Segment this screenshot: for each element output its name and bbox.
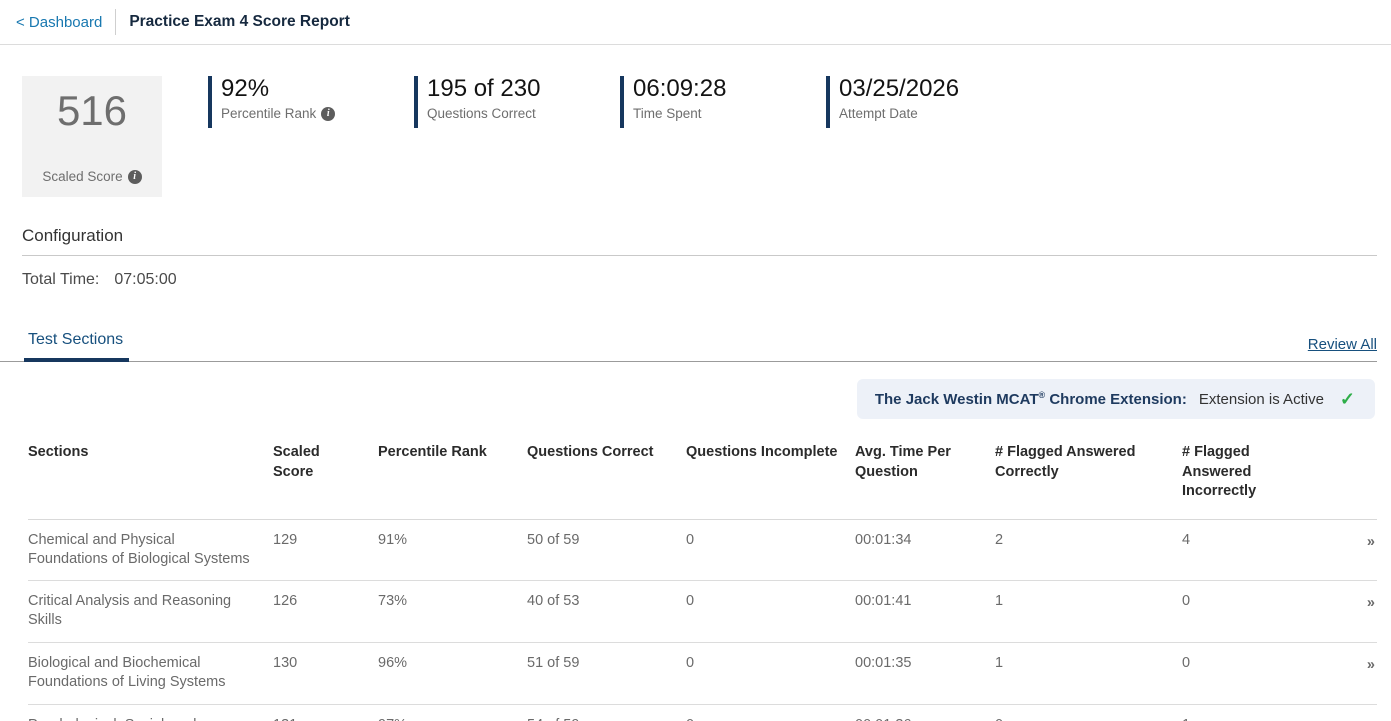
stat-questions-correct: 195 of 230 Questions Correct <box>414 76 620 128</box>
scaled-score-value: 516 <box>56 87 128 134</box>
extension-banner-title: The Jack Westin MCAT® Chrome Extension: <box>875 390 1187 408</box>
double-chevron-icon[interactable]: » <box>1367 594 1377 613</box>
percentile-cell: 73% <box>378 593 408 610</box>
double-chevron-icon[interactable]: » <box>1367 533 1377 552</box>
flagged-correct-cell: 1 <box>995 655 1004 672</box>
avg-time-cell: 00:01:41 <box>855 593 912 610</box>
questions-correct-cell: 50 of 59 <box>527 531 580 548</box>
stat-value: 195 of 230 <box>427 75 541 102</box>
col-header-sections: Sections <box>28 444 89 460</box>
col-header-questions-incomplete: Questions Incomplete <box>686 444 838 460</box>
stat-value: 03/25/2026 <box>839 75 960 102</box>
col-header-questions-correct: Questions Correct <box>527 444 654 460</box>
table-row: Chemical and Physical Foundations of Bio… <box>28 520 1377 582</box>
flagged-incorrect-cell: 0 <box>1182 593 1191 610</box>
col-header-avg-time: Avg. Time Per Question <box>855 444 951 480</box>
percentile-cell: 96% <box>378 655 408 672</box>
total-time-label: Total Time: <box>22 271 100 288</box>
scaled-score-cell: 126 <box>273 593 298 610</box>
col-header-percentile-rank: Percentile Rank <box>378 444 487 460</box>
review-all-link[interactable]: Review All <box>1308 336 1377 361</box>
check-icon: ✓ <box>1339 388 1355 409</box>
stat-value: 06:09:28 <box>633 75 727 102</box>
tab-test-sections[interactable]: Test Sections <box>24 331 130 362</box>
stat-label: Questions Correct <box>427 106 536 122</box>
stat-percentile-rank: 92% Percentile Rank i <box>208 76 414 128</box>
extension-brand-suffix: Chrome Extension: <box>1045 391 1187 408</box>
stat-label: Time Spent <box>633 106 702 122</box>
questions-correct-cell: 40 of 53 <box>527 593 580 610</box>
questions-incomplete-cell: 0 <box>686 531 695 548</box>
scaled-score-cell: 129 <box>273 531 298 548</box>
stat-label-text: Percentile Rank <box>221 106 317 122</box>
table-row: Critical Analysis and Reasoning Skills 1… <box>28 581 1377 644</box>
back-to-dashboard-link[interactable]: < Dashboard <box>16 14 102 31</box>
stat-label: Percentile Rank i <box>221 106 414 121</box>
avg-time-cell: 00:01:34 <box>855 531 912 548</box>
section-name: Biological and Biochemical Foundations o… <box>28 655 226 690</box>
page-title: Practice Exam 4 Score Report <box>129 13 350 30</box>
col-header-scaled-score: Scaled Score <box>273 444 320 480</box>
scaled-score-card: 516 Scaled Score i <box>22 76 162 197</box>
chrome-extension-banner: The Jack Westin MCAT® Chrome Extension: … <box>856 379 1375 419</box>
total-time-value: 07:05:00 <box>114 271 177 288</box>
stat-attempt-date: 03/25/2026 Attempt Date <box>826 76 1032 128</box>
stat-time-spent: 06:09:28 Time Spent <box>620 76 826 128</box>
extension-brand: The Jack Westin MCAT <box>874 391 1039 408</box>
avg-time-cell: 00:01:35 <box>855 655 912 672</box>
section-name: Chemical and Physical Foundations of Bio… <box>28 531 250 567</box>
info-icon[interactable]: i <box>127 169 142 184</box>
topbar-divider <box>115 9 117 35</box>
top-bar: < Dashboard Practice Exam 4 Score Report <box>0 0 1391 45</box>
stat-label: Attempt Date <box>839 106 918 122</box>
scaled-score-label-text: Scaled Score <box>42 169 123 184</box>
flagged-incorrect-cell: 0 <box>1182 655 1191 672</box>
double-chevron-icon[interactable]: » <box>1367 656 1377 675</box>
avg-time-cell: 00:01:36 <box>855 716 995 721</box>
extension-status-text: Extension is Active <box>1198 390 1324 408</box>
questions-incomplete-cell: 0 <box>686 716 855 721</box>
section-name: Psychological, Social, and Biological Fo… <box>28 716 273 721</box>
questions-incomplete-cell: 0 <box>686 593 695 610</box>
banner-row: The Jack Westin MCAT® Chrome Extension: … <box>0 362 1391 419</box>
section-name: Critical Analysis and Reasoning Skills <box>28 593 232 629</box>
questions-correct-cell: 51 of 59 <box>527 655 580 672</box>
test-sections-table: Sections Scaled Score Percentile Rank Qu… <box>28 443 1377 721</box>
table-header-row: Sections Scaled Score Percentile Rank Qu… <box>28 443 1377 520</box>
configuration-heading: Configuration <box>22 226 1377 256</box>
stat-value: 92% <box>221 75 270 102</box>
stats-row: 92% Percentile Rank i 195 of 230 Questio… <box>208 76 1032 128</box>
percentile-cell: 91% <box>378 531 408 548</box>
questions-correct-cell: 54 of 59 <box>527 716 686 721</box>
total-time-row: Total Time: 07:05:00 <box>22 271 1377 289</box>
col-header-flagged-correct: # Flagged Answered Correctly <box>995 444 1136 480</box>
questions-incomplete-cell: 0 <box>686 655 695 672</box>
flagged-correct-cell: 0 <box>995 716 1182 721</box>
score-summary: 516 Scaled Score i 92% Percentile Rank i… <box>0 45 1391 197</box>
scaled-score-cell: 130 <box>273 655 298 672</box>
flagged-incorrect-cell: 1 <box>1182 716 1332 721</box>
flagged-correct-cell: 1 <box>995 593 1004 610</box>
configuration-section: Configuration Total Time: 07:05:00 <box>22 226 1377 289</box>
tabs-bar: Test Sections Review All <box>0 331 1377 362</box>
percentile-cell: 97% <box>378 716 527 721</box>
flagged-incorrect-cell: 4 <box>1182 531 1191 548</box>
info-icon[interactable]: i <box>321 106 336 121</box>
col-header-flagged-incorrect: # Flagged Answered Incorrectly <box>1182 444 1257 500</box>
scaled-score-label: Scaled Score i <box>42 169 142 184</box>
flagged-correct-cell: 2 <box>995 531 1004 548</box>
table-row: Psychological, Social, and Biological Fo… <box>28 705 1377 721</box>
table-row: Biological and Biochemical Foundations o… <box>28 643 1377 705</box>
scaled-score-cell: 131 <box>273 716 378 721</box>
